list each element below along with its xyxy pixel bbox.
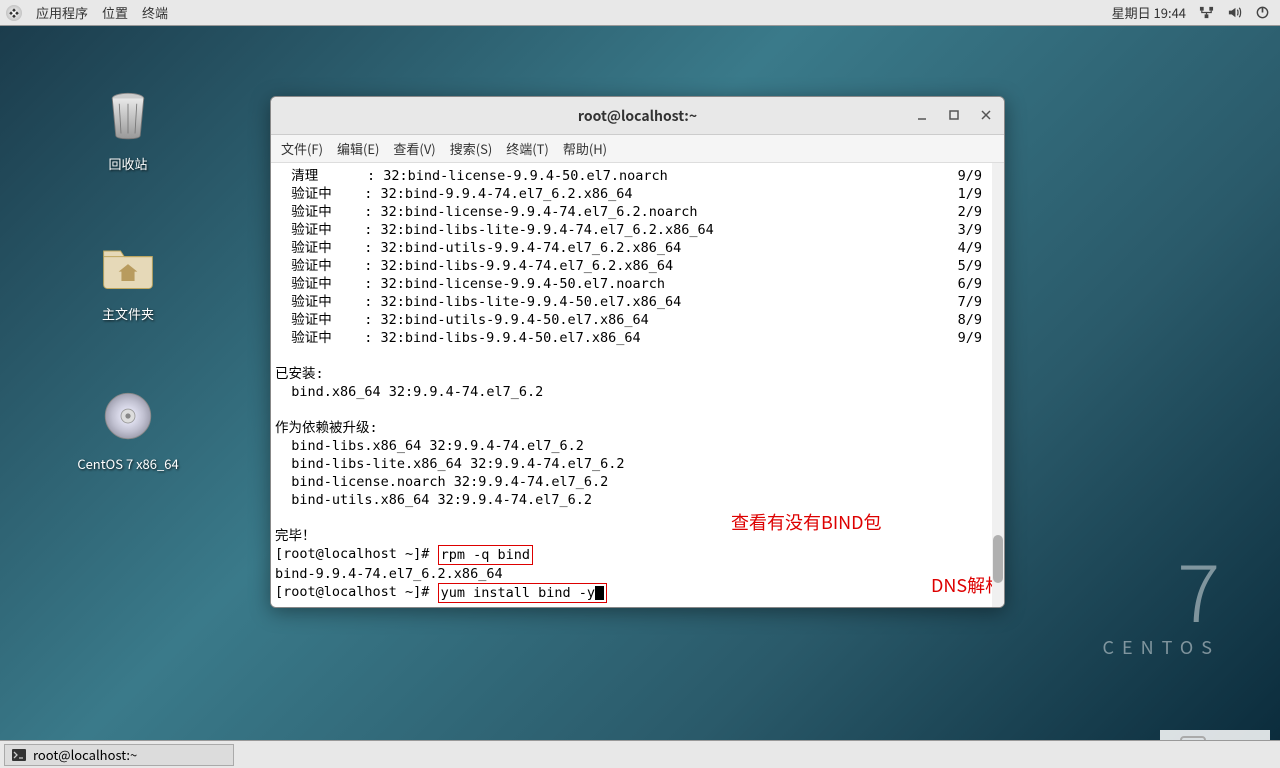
desktop: 回收站 主文件夹 CentOS 7 x86_64 7 CENTOS root@l…: [0, 26, 1280, 740]
window-close-button[interactable]: [974, 103, 998, 127]
bottom-panel: root@localhost:~: [0, 740, 1280, 768]
desktop-icon-label: 主文件夹: [68, 304, 188, 323]
desktop-icon-home[interactable]: 主文件夹: [68, 234, 188, 323]
window-titlebar[interactable]: root@localhost:~: [271, 97, 1004, 135]
desktop-icon-trash[interactable]: 回收站: [68, 84, 188, 173]
taskbar-item-terminal[interactable]: root@localhost:~: [4, 744, 234, 766]
menu-places[interactable]: 位置: [102, 3, 128, 22]
desktop-icon-label: CentOS 7 x86_64: [68, 454, 188, 473]
desktop-icon-cd[interactable]: CentOS 7 x86_64: [68, 384, 188, 473]
menu-search[interactable]: 搜索(S): [450, 139, 493, 158]
scrollbar-thumb[interactable]: [993, 535, 1003, 583]
trash-icon: [96, 84, 160, 148]
menu-edit[interactable]: 编辑(E): [337, 139, 379, 158]
terminal-scrollbar[interactable]: [992, 163, 1004, 607]
terminal-output[interactable]: 清理 : 32:bind-license-9.9.4-50.el7.noarch…: [271, 163, 1004, 607]
window-maximize-button[interactable]: [942, 103, 966, 127]
terminal-icon: [11, 747, 27, 763]
clock-label[interactable]: 星期日 19:44: [1112, 3, 1186, 22]
cd-icon: [96, 384, 160, 448]
folder-home-icon: [96, 234, 160, 298]
window-title: root@localhost:~: [578, 106, 697, 126]
terminal-menubar: 文件(F) 编辑(E) 查看(V) 搜索(S) 终端(T) 帮助(H): [271, 135, 1004, 163]
desktop-icon-label: 回收站: [68, 154, 188, 173]
centos-brand: 7 CENTOS: [1103, 548, 1220, 660]
window-minimize-button[interactable]: [910, 103, 934, 127]
menu-help[interactable]: 帮助(H): [563, 139, 607, 158]
menu-view[interactable]: 查看(V): [393, 139, 435, 158]
annotation-1: 查看有没有BIND包: [731, 513, 882, 531]
activities-logo-icon[interactable]: ❖: [6, 5, 22, 21]
cursor-icon: [595, 586, 604, 600]
network-icon[interactable]: [1198, 5, 1214, 21]
power-icon[interactable]: [1254, 5, 1270, 21]
volume-icon[interactable]: [1226, 5, 1242, 21]
terminal-window: root@localhost:~ 文件(F) 编辑(E) 查看(V) 搜索(S)…: [270, 96, 1005, 608]
menu-file[interactable]: 文件(F): [281, 139, 323, 158]
top-panel: ❖ 应用程序 位置 终端 星期日 19:44: [0, 0, 1280, 26]
menu-terminal-sub[interactable]: 终端(T): [506, 139, 549, 158]
menu-applications[interactable]: 应用程序: [36, 3, 88, 22]
highlighted-command-2: yum install bind -y: [438, 583, 607, 603]
taskbar-item-label: root@localhost:~: [33, 745, 137, 764]
menu-terminal[interactable]: 终端: [142, 3, 168, 22]
highlighted-command-1: rpm -q bind: [438, 545, 533, 565]
